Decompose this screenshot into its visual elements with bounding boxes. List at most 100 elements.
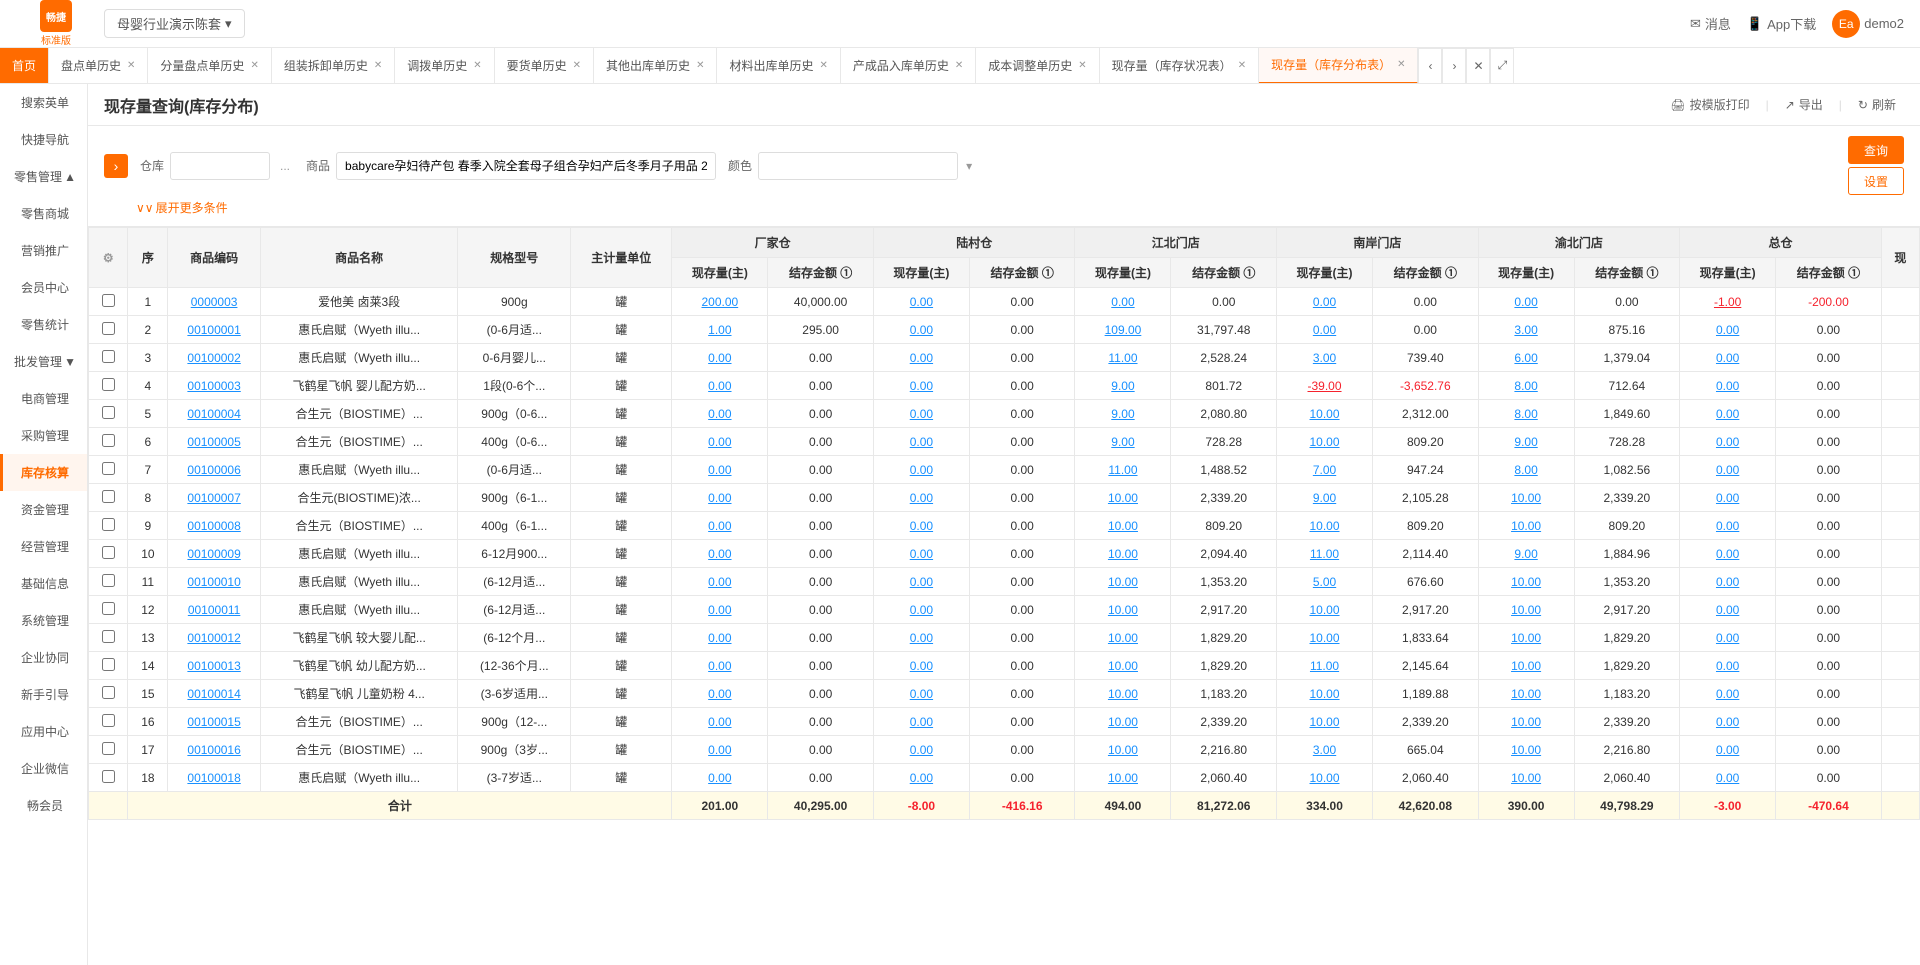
row-na-qty[interactable]: 10.00 [1277,400,1373,428]
tab-调拨单[interactable]: 调拨单历史 ✕ [395,48,494,84]
sidebar-item-marketing[interactable]: 营销推广 [0,232,87,269]
row-jb-qty[interactable]: 11.00 [1075,344,1171,372]
row-jb-qty[interactable]: 10.00 [1075,652,1171,680]
row-fj-qty[interactable]: 0.00 [672,344,768,372]
row-code[interactable]: 00100013 [168,652,261,680]
row-code[interactable]: 00100005 [168,428,261,456]
sidebar-item-vip[interactable]: 畅会员 [0,787,87,824]
row-code[interactable]: 00100007 [168,484,261,512]
row-yb-qty[interactable]: 10.00 [1478,680,1574,708]
goods-input[interactable] [336,152,716,180]
row-na-qty[interactable]: 10.00 [1277,708,1373,736]
row-fj-qty[interactable]: 0.00 [672,708,768,736]
row-jb-qty[interactable]: 10.00 [1075,680,1171,708]
message-btn[interactable]: ✉ 消息 [1690,14,1731,33]
sidebar-item-nav[interactable]: 快捷导航 [0,121,87,158]
tab-分量盘点[interactable]: 分量盘点单历史 ✕ [148,48,271,84]
row-checkbox[interactable] [89,568,128,596]
row-jb-qty[interactable]: 109.00 [1075,316,1171,344]
row-checkbox[interactable] [89,624,128,652]
row-lc-qty[interactable]: 0.00 [873,652,969,680]
row-lc-qty[interactable]: 0.00 [873,568,969,596]
row-na-qty[interactable]: 0.00 [1277,316,1373,344]
row-lc-qty[interactable]: 0.00 [873,456,969,484]
row-yb-qty[interactable]: 10.00 [1478,512,1574,540]
row-checkbox[interactable] [89,316,128,344]
row-yb-qty[interactable]: 8.00 [1478,456,1574,484]
sidebar-item-purchase[interactable]: 采购管理 [0,417,87,454]
search-collapse-btn[interactable]: › [104,154,128,178]
sidebar-item-guide[interactable]: 新手引导 [0,676,87,713]
row-fj-qty[interactable]: 0.00 [672,400,768,428]
row-total-qty[interactable]: 0.00 [1680,540,1776,568]
row-yb-qty[interactable]: 10.00 [1478,652,1574,680]
sidebar-item-members[interactable]: 会员中心 [0,269,87,306]
row-code[interactable]: 00100009 [168,540,261,568]
nav-expand-btn[interactable]: ⤢ [1490,48,1514,84]
row-lc-qty[interactable]: 0.00 [873,736,969,764]
setting-btn[interactable]: 设置 [1848,167,1904,195]
row-na-qty[interactable]: 10.00 [1277,680,1373,708]
row-checkbox[interactable] [89,512,128,540]
sidebar-item-ecommerce[interactable]: 电商管理 [0,380,87,417]
row-fj-qty[interactable]: 0.00 [672,764,768,792]
row-fj-qty[interactable]: 0.00 [672,428,768,456]
row-jb-qty[interactable]: 9.00 [1075,428,1171,456]
print-btn[interactable]: 🖨 按模版打印 [1662,92,1757,117]
row-code[interactable]: 00100001 [168,316,261,344]
row-total-qty[interactable]: 0.00 [1680,344,1776,372]
user-profile[interactable]: Ea demo2 [1832,10,1904,38]
row-total-qty[interactable]: 0.00 [1680,680,1776,708]
search-btn[interactable]: 查询 [1848,136,1904,164]
row-total-qty[interactable]: 0.00 [1680,652,1776,680]
row-lc-qty[interactable]: 0.00 [873,764,969,792]
sidebar-item-retail-stats[interactable]: 零售统计 [0,306,87,343]
row-checkbox[interactable] [89,680,128,708]
row-jb-qty[interactable]: 10.00 [1075,540,1171,568]
row-lc-qty[interactable]: 0.00 [873,512,969,540]
row-total-qty[interactable]: 0.00 [1680,484,1776,512]
row-total-qty[interactable]: 0.00 [1680,708,1776,736]
row-yb-qty[interactable]: 10.00 [1478,764,1574,792]
row-code[interactable]: 00100003 [168,372,261,400]
row-code[interactable]: 0000003 [168,288,261,316]
row-lc-qty[interactable]: 0.00 [873,344,969,372]
row-yb-qty[interactable]: 9.00 [1478,540,1574,568]
warehouse-dots-btn[interactable]: ... [276,159,294,173]
row-lc-qty[interactable]: 0.00 [873,680,969,708]
row-checkbox[interactable] [89,708,128,736]
row-code[interactable]: 00100014 [168,680,261,708]
row-total-qty[interactable]: 0.00 [1680,400,1776,428]
row-total-qty[interactable]: 0.00 [1680,372,1776,400]
row-yb-qty[interactable]: 6.00 [1478,344,1574,372]
row-lc-qty[interactable]: 0.00 [873,372,969,400]
row-yb-qty[interactable]: 8.00 [1478,372,1574,400]
row-jb-qty[interactable]: 10.00 [1075,568,1171,596]
row-code[interactable]: 00100012 [168,624,261,652]
row-checkbox[interactable] [89,596,128,624]
row-jb-qty[interactable]: 9.00 [1075,400,1171,428]
row-jb-qty[interactable]: 10.00 [1075,484,1171,512]
settings-icon[interactable]: ⚙ [103,251,114,265]
row-jb-qty[interactable]: 9.00 [1075,372,1171,400]
row-lc-qty[interactable]: 0.00 [873,400,969,428]
row-yb-qty[interactable]: 10.00 [1478,736,1574,764]
row-code[interactable]: 00100002 [168,344,261,372]
row-code[interactable]: 00100016 [168,736,261,764]
row-lc-qty[interactable]: 0.00 [873,708,969,736]
sidebar-item-wholesale[interactable]: 批发管理 ▼ [0,343,87,380]
refresh-btn[interactable]: ↻ 刷新 [1850,92,1904,117]
tab-inventory-history[interactable]: 盘点单历史 ✕ [49,48,148,84]
row-code[interactable]: 00100015 [168,708,261,736]
row-lc-qty[interactable]: 0.00 [873,484,969,512]
row-fj-qty[interactable]: 0.00 [672,484,768,512]
close-icon[interactable]: ✕ [1078,60,1086,71]
close-icon[interactable]: ✕ [473,60,481,71]
row-fj-qty[interactable]: 0.00 [672,512,768,540]
row-jb-qty[interactable]: 10.00 [1075,708,1171,736]
row-jb-qty[interactable]: 0.00 [1075,288,1171,316]
sidebar-item-basics[interactable]: 基础信息 [0,565,87,602]
row-yb-qty[interactable]: 10.00 [1478,624,1574,652]
close-icon[interactable]: ✕ [696,60,704,71]
row-checkbox[interactable] [89,540,128,568]
